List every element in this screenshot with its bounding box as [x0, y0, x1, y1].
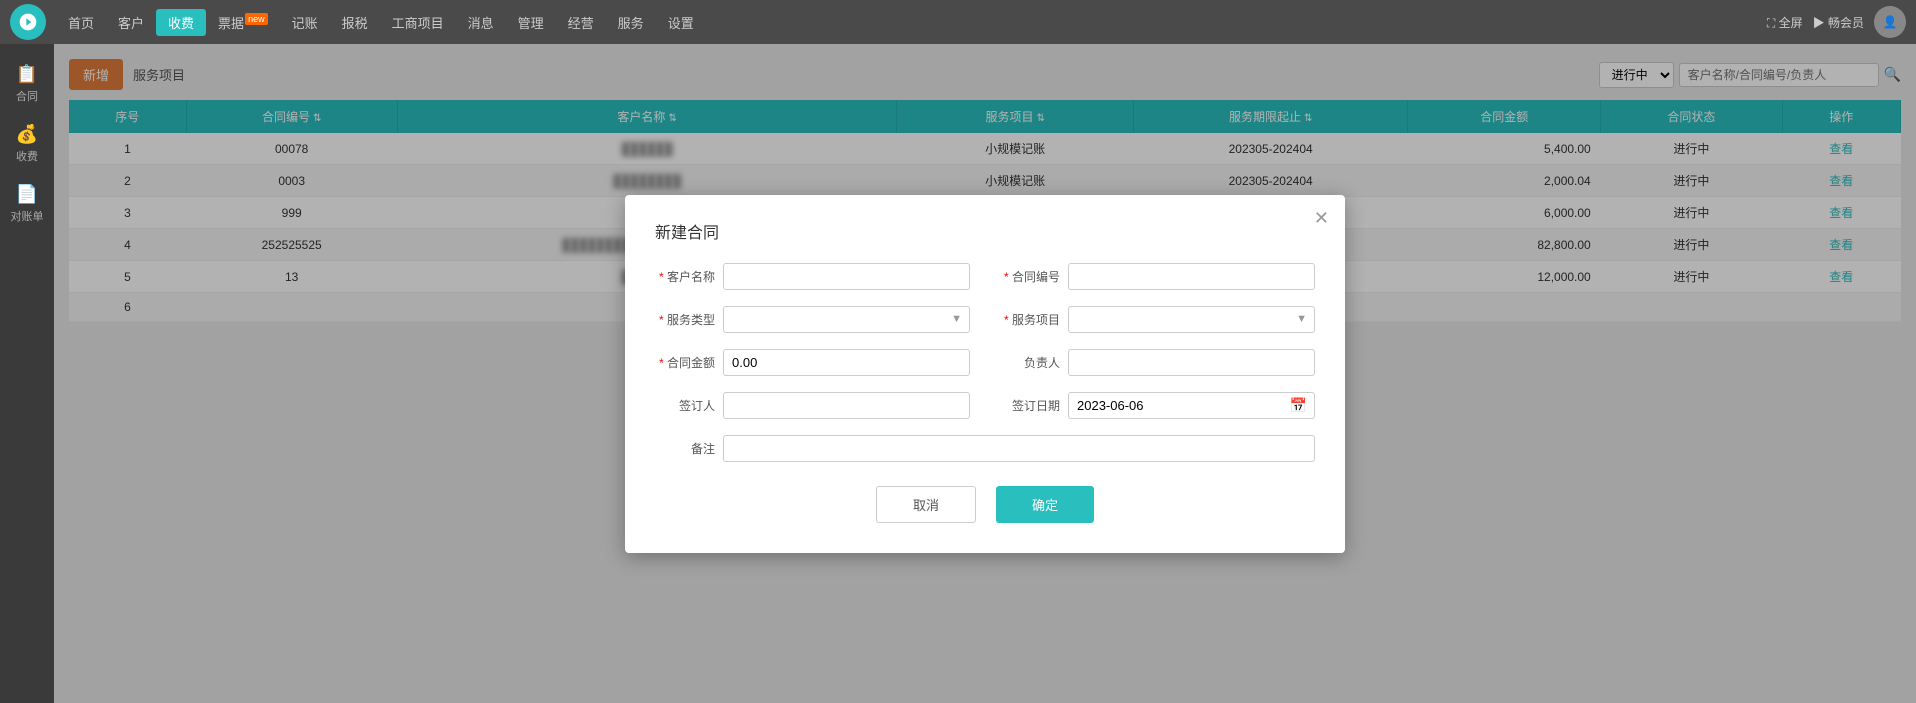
nav-invoice[interactable]: 票据new [206, 9, 280, 36]
sidebar-label-statement: 对账单 [11, 208, 44, 224]
service-item-select-wrapper: ▼ [1068, 306, 1315, 333]
nav-bookkeeping[interactable]: 记账 [280, 9, 330, 36]
responsible-input[interactable] [1068, 349, 1315, 376]
app-logo [10, 4, 46, 40]
member-btn[interactable]: ▶ 畅会员 [1813, 14, 1864, 31]
sign-date-input[interactable] [1068, 392, 1315, 419]
new-contract-modal: ✕ 新建合同 客户名称 合同编号 服务类型 [625, 195, 1345, 553]
signer-label: 签订人 [655, 397, 715, 414]
notes-input[interactable] [723, 435, 1315, 462]
form-row-signer: 签订人 [655, 392, 970, 419]
sidebar-label-fee: 收费 [16, 148, 38, 164]
modal-close-button[interactable]: ✕ [1314, 209, 1329, 227]
sidebar-label-contract: 合同 [16, 88, 38, 104]
top-navigation: 首页 客户 收费 票据new 记账 报税 工商项目 消息 管理 经营 服务 设置… [0, 0, 1916, 44]
user-avatar[interactable]: 👤 [1874, 6, 1906, 38]
nav-message[interactable]: 消息 [456, 9, 506, 36]
nav-business[interactable]: 工商项目 [380, 9, 456, 36]
modal-overlay: ✕ 新建合同 客户名称 合同编号 服务类型 [54, 44, 1916, 703]
new-badge: new [245, 13, 268, 25]
contract-icon: 📋 [16, 64, 38, 85]
sidebar: 📋 合同 💰 收费 📄 对账单 [0, 44, 54, 703]
nav-right-area: ⛶ 全屏 ▶ 畅会员 👤 [1767, 6, 1906, 38]
contract-no-label: 合同编号 [1000, 268, 1060, 285]
form-row-amount: 合同金额 [655, 349, 970, 376]
signer-input[interactable] [723, 392, 970, 419]
service-type-label: 服务类型 [655, 311, 715, 328]
confirm-button[interactable]: 确定 [996, 486, 1094, 523]
notes-label: 备注 [655, 440, 715, 457]
cancel-button[interactable]: 取消 [876, 486, 976, 523]
modal-title: 新建合同 [655, 219, 1315, 243]
nav-service[interactable]: 服务 [606, 9, 656, 36]
sign-date-wrapper: 📅 [1068, 392, 1315, 419]
sign-date-label: 签订日期 [1000, 397, 1060, 414]
nav-operation[interactable]: 经营 [556, 9, 606, 36]
form-row-notes: 备注 [655, 435, 1315, 462]
content-area: 新增 服务项目 进行中 已完成 已暂停 🔍 序号 合同编号⇅ 客户名称⇅ 服务项… [54, 44, 1916, 703]
sidebar-item-fee[interactable]: 💰 收费 [0, 114, 54, 174]
modal-footer: 取消 确定 [655, 486, 1315, 523]
form-grid: 客户名称 合同编号 服务类型 ▼ [655, 263, 1315, 462]
service-type-select[interactable] [723, 306, 970, 333]
service-item-select[interactable] [1068, 306, 1315, 333]
form-row-responsible: 负责人 [1000, 349, 1315, 376]
fee-icon: 💰 [16, 124, 38, 145]
fullscreen-btn[interactable]: ⛶ 全屏 [1767, 14, 1803, 31]
sidebar-item-contract[interactable]: 📋 合同 [0, 54, 54, 114]
responsible-label: 负责人 [1000, 354, 1060, 371]
nav-fee[interactable]: 收费 [156, 9, 206, 36]
form-row-service-type: 服务类型 ▼ [655, 306, 970, 333]
customer-name-label: 客户名称 [655, 268, 715, 285]
form-row-service-item: 服务项目 ▼ [1000, 306, 1315, 333]
customer-name-input[interactable] [723, 263, 970, 290]
form-row-customer: 客户名称 [655, 263, 970, 290]
nav-customer[interactable]: 客户 [106, 9, 156, 36]
service-type-select-wrapper: ▼ [723, 306, 970, 333]
form-row-sign-date: 签订日期 📅 [1000, 392, 1315, 419]
nav-settings[interactable]: 设置 [656, 9, 706, 36]
contract-no-input[interactable] [1068, 263, 1315, 290]
nav-manage[interactable]: 管理 [506, 9, 556, 36]
contract-amount-label: 合同金额 [655, 354, 715, 371]
form-row-contract-no: 合同编号 [1000, 263, 1315, 290]
main-layout: 📋 合同 💰 收费 📄 对账单 新增 服务项目 进行中 已完成 已暂停 � [0, 44, 1916, 703]
statement-icon: 📄 [16, 184, 38, 205]
service-item-label: 服务项目 [1000, 311, 1060, 328]
sidebar-item-statement[interactable]: 📄 对账单 [0, 174, 54, 234]
nav-tax[interactable]: 报税 [330, 9, 380, 36]
contract-amount-input[interactable] [723, 349, 970, 376]
nav-home[interactable]: 首页 [56, 9, 106, 36]
